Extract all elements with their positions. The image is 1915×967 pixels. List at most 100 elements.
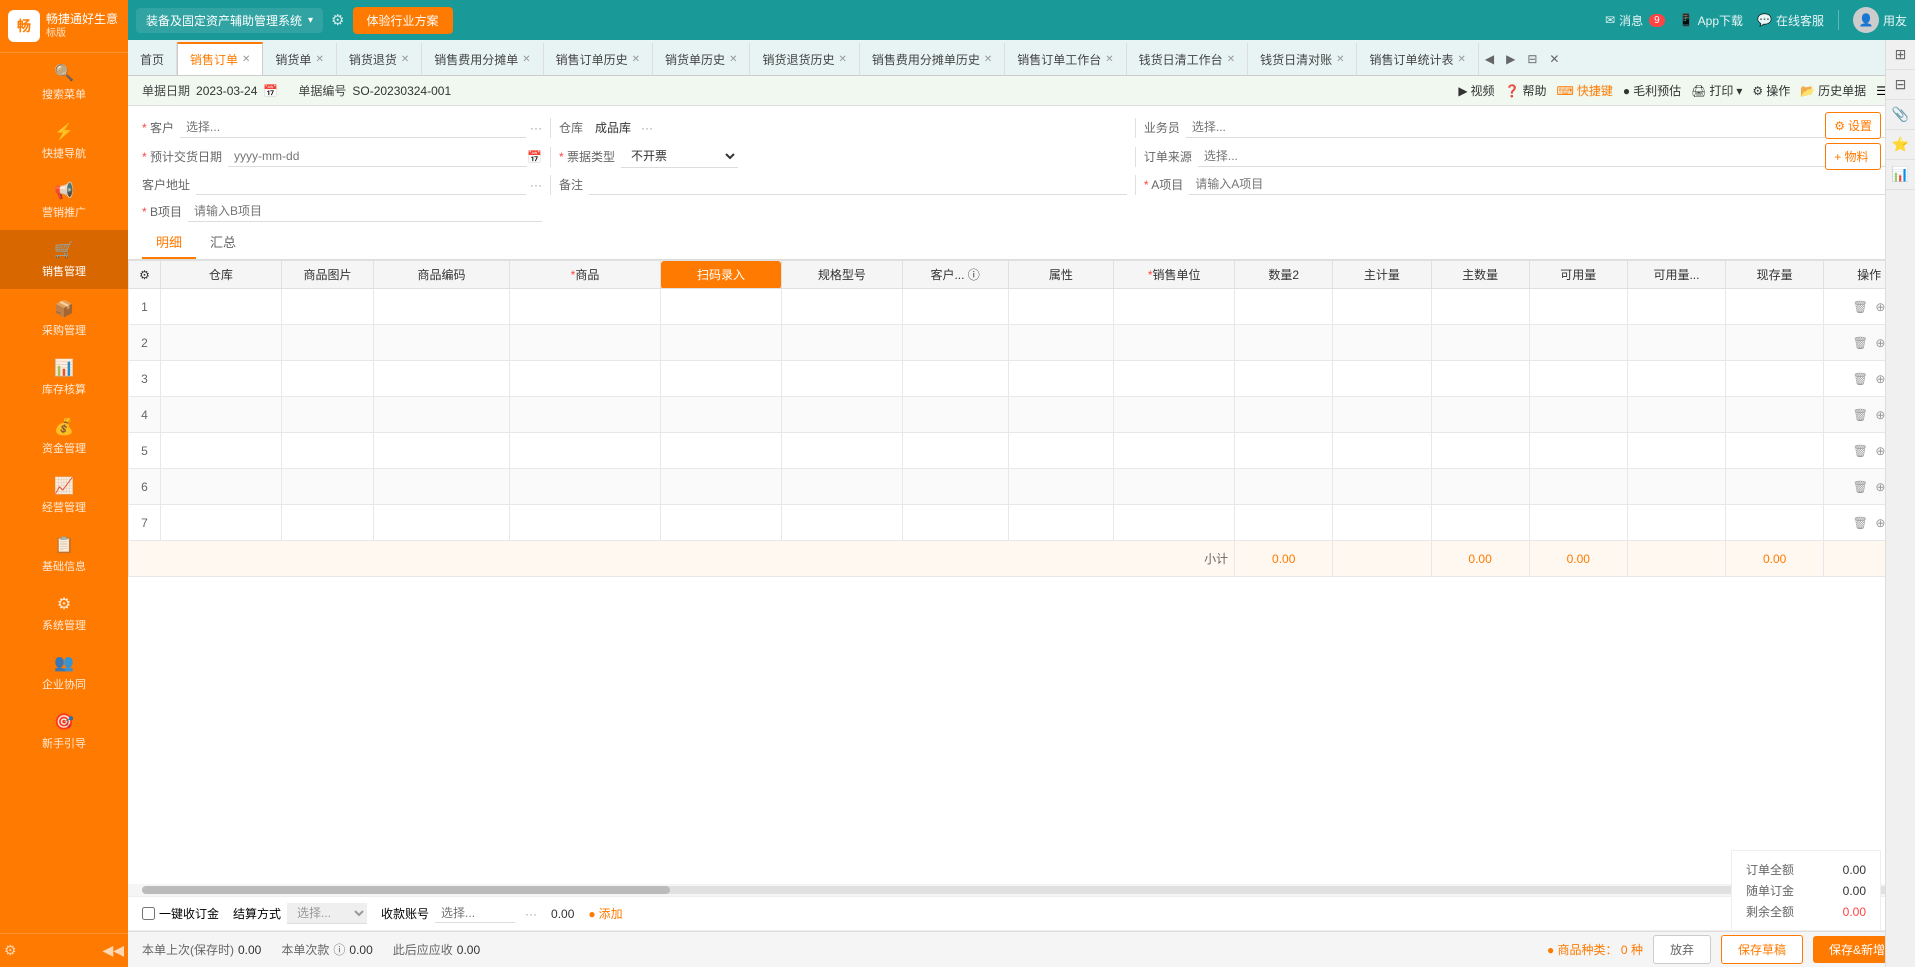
tab-2[interactable]: 销货单✕ <box>263 43 336 75</box>
row-qty2-1[interactable] <box>1235 289 1333 325</box>
horizontal-scrollbar[interactable] <box>128 884 1915 896</box>
row-warehouse-4[interactable] <box>161 397 282 433</box>
row-attr-7[interactable] <box>1008 505 1114 541</box>
row-main-qty-7[interactable] <box>1431 505 1529 541</box>
row-unit-7[interactable] <box>1114 505 1235 541</box>
account-more-icon[interactable]: ··· <box>525 907 537 921</box>
row-copy-5[interactable]: ⊕ <box>1875 444 1885 458</box>
tab-close-6[interactable]: ✕ <box>729 54 737 65</box>
row-warehouse-1[interactable] <box>161 289 282 325</box>
sidebar-item-2[interactable]: 📢 营销推广 <box>0 171 128 230</box>
row-delete-3[interactable]: 🗑 <box>1853 372 1868 386</box>
topbar-online-service[interactable]: 💬 在线客服 <box>1757 12 1824 29</box>
row-unit-1[interactable] <box>1114 289 1235 325</box>
solution-button[interactable]: 体验行业方案 <box>353 7 453 34</box>
row-attr-6[interactable] <box>1008 469 1114 505</box>
row-qty2-6[interactable] <box>1235 469 1333 505</box>
row-code-2[interactable] <box>374 325 510 361</box>
tab-close-3[interactable]: ✕ <box>401 54 409 65</box>
row-attr-4[interactable] <box>1008 397 1114 433</box>
tab-close-11[interactable]: ✕ <box>1336 54 1344 65</box>
print-btn[interactable]: 🖨 打印 ▾ <box>1691 82 1742 99</box>
row-spec-7[interactable] <box>781 505 902 541</box>
sidebar-item-0[interactable]: 🔍 搜索菜单 <box>0 53 128 112</box>
save-draft-button[interactable]: 保存草稿 <box>1721 935 1803 964</box>
settings-bottom-icon[interactable]: ⚙ <box>4 942 17 959</box>
row-copy-1[interactable]: ⊕ <box>1875 300 1885 314</box>
row-main-qty-5[interactable] <box>1431 433 1529 469</box>
right-icon-2[interactable]: ⊟ <box>1886 70 1915 100</box>
operate-btn[interactable]: ⚙ 操作 <box>1752 82 1790 99</box>
date-value[interactable]: 2023-03-24 <box>196 84 257 98</box>
row-main-qty-1[interactable] <box>1431 289 1529 325</box>
tab-10[interactable]: 钱货日清工作台✕ <box>1127 43 1248 75</box>
row-main-qty-6[interactable] <box>1431 469 1529 505</box>
row-qty2-5[interactable] <box>1235 433 1333 469</box>
tab-close-2[interactable]: ✕ <box>315 54 323 65</box>
system-selector[interactable]: 装备及固定资产辅助管理系统 ▾ <box>136 8 323 33</box>
row-delete-6[interactable]: 🗑 <box>1853 480 1868 494</box>
tab-close-9[interactable]: ✕ <box>1105 54 1113 65</box>
tab-close-10[interactable]: ✕ <box>1227 54 1235 65</box>
row-customer-code-5[interactable] <box>902 433 1008 469</box>
customer-input[interactable] <box>180 117 526 138</box>
row-code-4[interactable] <box>374 397 510 433</box>
sidebar-item-5[interactable]: 📊 库存核算 <box>0 348 128 407</box>
addr-more-icon[interactable]: ··· <box>530 178 542 192</box>
sidebar-item-1[interactable]: ⚡ 快捷导航 <box>0 112 128 171</box>
row-unit-5[interactable] <box>1114 433 1235 469</box>
row-qty2-2[interactable] <box>1235 325 1333 361</box>
shortcut-btn[interactable]: ⌨ 快捷键 <box>1557 82 1613 99</box>
row-copy-7[interactable]: ⊕ <box>1875 516 1885 530</box>
row-spec-3[interactable] <box>781 361 902 397</box>
row-customer-code-6[interactable] <box>902 469 1008 505</box>
tab-close-12[interactable]: ✕ <box>1458 54 1466 65</box>
row-product-3[interactable] <box>509 361 660 397</box>
tab-4[interactable]: 销售费用分摊单✕ <box>422 43 543 75</box>
account-input[interactable] <box>435 904 515 923</box>
sidebar-item-11[interactable]: 🎯 新手引导 <box>0 702 128 761</box>
customer-more-icon[interactable]: ··· <box>530 121 542 135</box>
right-icon-4[interactable]: ⭐ <box>1886 130 1915 160</box>
calendar-icon[interactable]: 📅 <box>263 84 278 98</box>
invoice-select[interactable]: 不开票 增值税普通发票 增值税专用发票 <box>621 145 738 168</box>
tab-expand-btn[interactable]: ⊟ <box>1521 43 1543 75</box>
tab-0[interactable]: 首页 <box>128 43 177 75</box>
tab-detail[interactable]: 明细 <box>142 226 196 259</box>
right-icon-5[interactable]: 📊 <box>1886 160 1915 190</box>
delivery-cal-icon[interactable]: 📅 <box>527 150 542 164</box>
row-delete-5[interactable]: 🗑 <box>1853 444 1868 458</box>
one-click-checkbox[interactable]: 一键收订金 <box>142 905 219 922</box>
tab-close-all-btn[interactable]: ✕ <box>1543 43 1565 75</box>
row-delete-4[interactable]: 🗑 <box>1853 408 1868 422</box>
sidebar-item-3[interactable]: 🛒 销售管理 <box>0 230 128 289</box>
row-warehouse-2[interactable] <box>161 325 282 361</box>
sidebar-item-10[interactable]: 👥 企业协同 <box>0 643 128 702</box>
tab-6[interactable]: 销货单历史✕ <box>653 43 750 75</box>
row-warehouse-7[interactable] <box>161 505 282 541</box>
row-spec-6[interactable] <box>781 469 902 505</box>
right-icon-3[interactable]: 📎 <box>1886 100 1915 130</box>
remark-input[interactable] <box>589 174 1127 195</box>
order-source-input[interactable] <box>1198 146 1901 167</box>
add-goods-btn[interactable]: + 物料 <box>1825 143 1881 170</box>
tab-close-7[interactable]: ✕ <box>838 54 846 65</box>
discard-button[interactable]: 放弃 <box>1653 935 1711 964</box>
settings-btn[interactable]: ⚙ 设置 <box>1825 112 1881 139</box>
sidebar-item-8[interactable]: 📋 基础信息 <box>0 525 128 584</box>
row-customer-code-3[interactable] <box>902 361 1008 397</box>
row-copy-3[interactable]: ⊕ <box>1875 372 1885 386</box>
topbar-messages[interactable]: ✉ 消息 9 <box>1605 12 1665 29</box>
tab-12[interactable]: 销售订单统计表✕ <box>1357 43 1478 75</box>
tab-9[interactable]: 销售订单工作台✕ <box>1005 43 1126 75</box>
row-qty2-4[interactable] <box>1235 397 1333 433</box>
row-product-1[interactable] <box>509 289 660 325</box>
tab-8[interactable]: 销售费用分摊单历史✕ <box>860 43 1005 75</box>
help-btn[interactable]: ❓ 帮助 <box>1505 82 1547 99</box>
row-code-1[interactable] <box>374 289 510 325</box>
topbar-user[interactable]: 👤 用友 <box>1853 7 1907 33</box>
row-qty2-7[interactable] <box>1235 505 1333 541</box>
row-copy-6[interactable]: ⊕ <box>1875 480 1885 494</box>
row-unit-4[interactable] <box>1114 397 1235 433</box>
row-product-2[interactable] <box>509 325 660 361</box>
